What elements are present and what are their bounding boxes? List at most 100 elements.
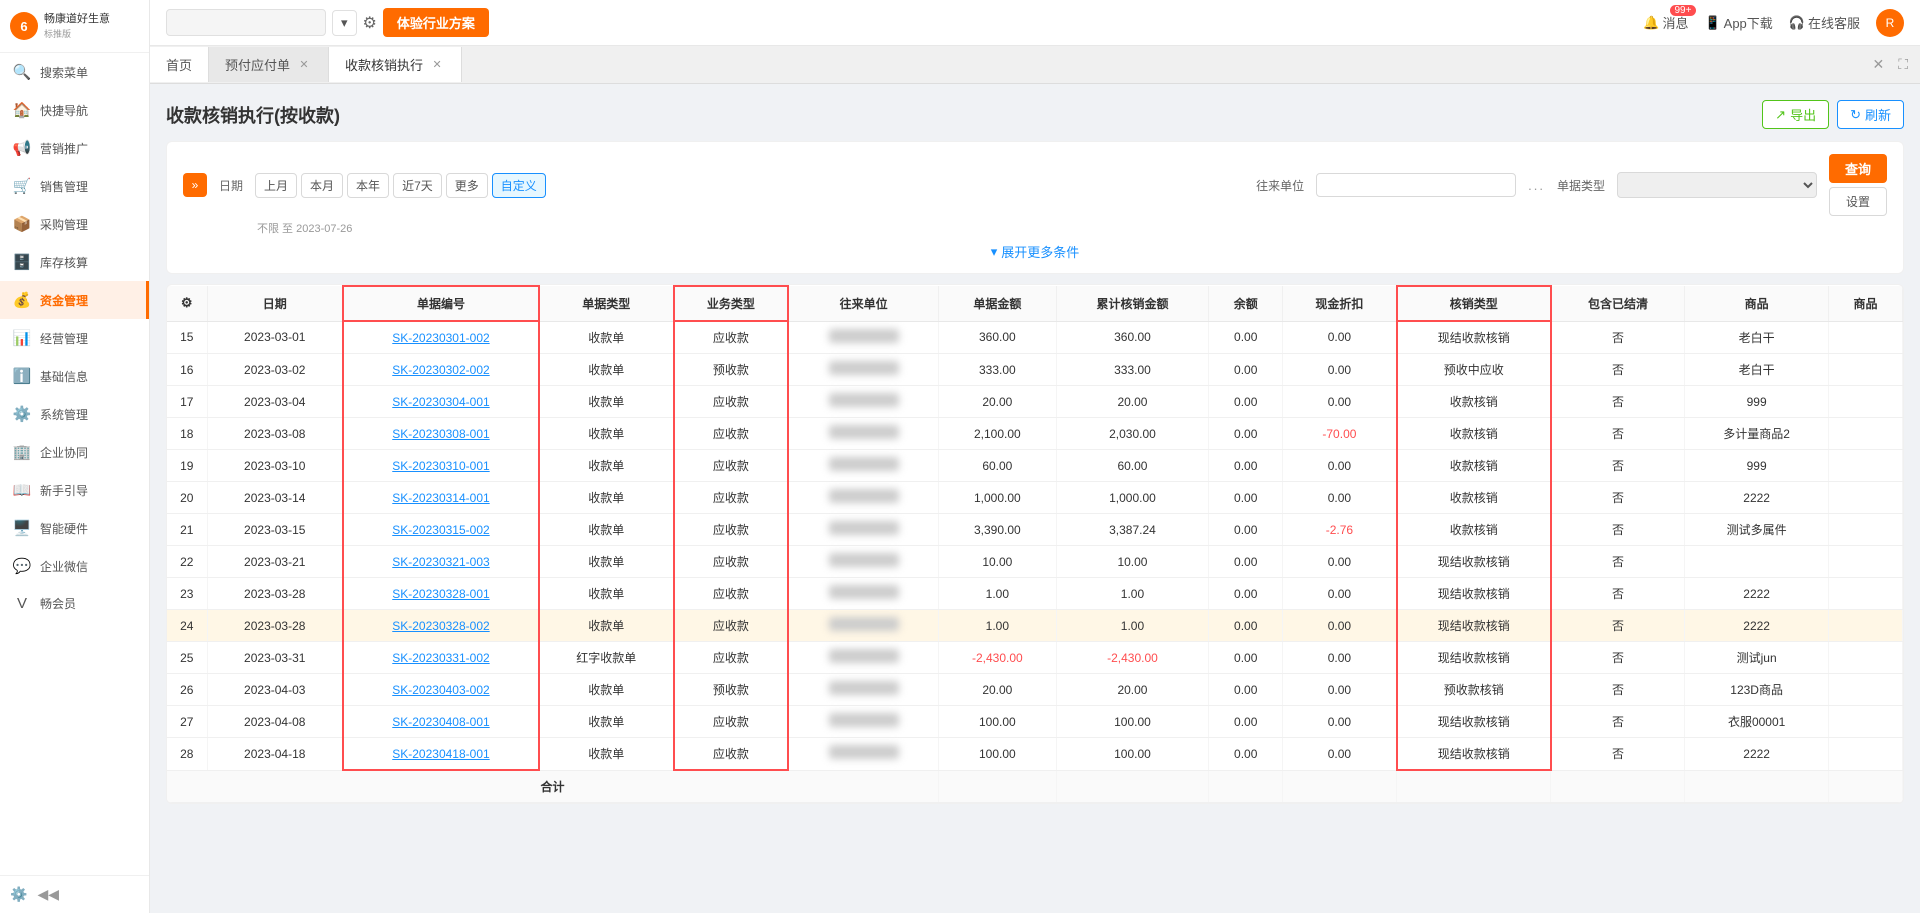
cell-verify-type: 收款核销 bbox=[1397, 514, 1551, 546]
sidebar-item-marketing[interactable]: 📢 营销推广 bbox=[0, 129, 149, 167]
partner-input[interactable] bbox=[1316, 173, 1516, 197]
cell-bill-no[interactable]: SK-20230403-002 bbox=[343, 674, 539, 706]
cell-bill-no[interactable]: SK-20230328-002 bbox=[343, 610, 539, 642]
cell-verify-type: 预收款核销 bbox=[1397, 674, 1551, 706]
filter-expand-button[interactable]: » bbox=[183, 173, 207, 197]
solution-button[interactable]: 体验行业方案 bbox=[383, 8, 489, 37]
sidebar-item-member[interactable]: V 畅会员 bbox=[0, 585, 149, 622]
sidebar-item-capital[interactable]: 💰 资金管理 bbox=[0, 281, 149, 319]
bill-type-select[interactable] bbox=[1617, 172, 1817, 198]
tab-prepay-close[interactable]: ✕ bbox=[296, 57, 312, 73]
package-icon: 📦 bbox=[12, 215, 32, 233]
cell-goods2 bbox=[1829, 321, 1903, 354]
tab-collection-label: 收款核销执行 bbox=[345, 55, 423, 74]
cell-discount: 0.00 bbox=[1283, 642, 1397, 674]
tab-close-button[interactable]: ✕ bbox=[1868, 52, 1888, 77]
cell-partner bbox=[788, 321, 938, 354]
cell-goods1: 老白干 bbox=[1685, 354, 1829, 386]
col-settings[interactable]: ⚙ bbox=[167, 286, 207, 321]
user-avatar[interactable]: R bbox=[1876, 9, 1904, 37]
cell-bill-no[interactable]: SK-20230321-003 bbox=[343, 546, 539, 578]
refresh-button[interactable]: ↻ 刷新 bbox=[1837, 100, 1904, 129]
sidebar-item-inventory[interactable]: 🗄️ 库存核算 bbox=[0, 243, 149, 281]
date-7days[interactable]: 近7天 bbox=[393, 173, 442, 198]
table-row: 222023-03-21SK-20230321-003收款单应收款10.0010… bbox=[167, 546, 1903, 578]
cell-partner bbox=[788, 610, 938, 642]
cell-biz-type: 应收款 bbox=[674, 321, 789, 354]
tab-expand-button[interactable]: ⛶ bbox=[1894, 52, 1912, 77]
cell-amount: 60.00 bbox=[939, 450, 1057, 482]
cell-verify-type: 现结收款核销 bbox=[1397, 546, 1551, 578]
sidebar-item-search[interactable]: 🔍 搜索菜单 bbox=[0, 53, 149, 91]
app-download-area[interactable]: 📱 App下载 bbox=[1704, 13, 1772, 32]
settings-icon[interactable]: ⚙ bbox=[181, 295, 193, 310]
sidebar-item-hardware[interactable]: 🖥️ 智能硬件 bbox=[0, 509, 149, 547]
cell-balance: 0.00 bbox=[1209, 578, 1283, 610]
cell-bill-no[interactable]: SK-20230418-001 bbox=[343, 738, 539, 771]
col-biz-type: 业务类型 bbox=[674, 286, 789, 321]
filter-settings-button[interactable]: 设置 bbox=[1829, 187, 1887, 216]
cell-bill-no[interactable]: SK-20230301-002 bbox=[343, 321, 539, 354]
sidebar-item-wechat[interactable]: 💬 企业微信 bbox=[0, 547, 149, 585]
tab-home[interactable]: 首页 bbox=[150, 47, 209, 82]
tab-collection-close[interactable]: ✕ bbox=[429, 57, 445, 73]
cell-bill-no[interactable]: SK-20230314-001 bbox=[343, 482, 539, 514]
sidebar-item-purchase[interactable]: 📦 采购管理 bbox=[0, 205, 149, 243]
table-row: 182023-03-08SK-20230308-001收款单应收款2,100.0… bbox=[167, 418, 1903, 450]
cell-bill-no[interactable]: SK-20230315-002 bbox=[343, 514, 539, 546]
sidebar-item-guide[interactable]: 📖 新手引导 bbox=[0, 471, 149, 509]
cell-biz-type: 应收款 bbox=[674, 610, 789, 642]
sidebar-label-hardware: 智能硬件 bbox=[40, 520, 88, 537]
tab-collection[interactable]: 收款核销执行 ✕ bbox=[329, 47, 462, 82]
cell-balance: 0.00 bbox=[1209, 418, 1283, 450]
export-button[interactable]: ↗ 导出 bbox=[1762, 100, 1829, 129]
cell-bill-no[interactable]: SK-20230304-001 bbox=[343, 386, 539, 418]
sidebar-item-quicknav[interactable]: 🏠 快捷导航 bbox=[0, 91, 149, 129]
cell-partner bbox=[788, 706, 938, 738]
cell-date: 2023-03-15 bbox=[207, 514, 343, 546]
cell-verified: 100.00 bbox=[1056, 738, 1209, 771]
date-prev-month[interactable]: 上月 bbox=[255, 173, 297, 198]
cell-biz-type: 预收款 bbox=[674, 354, 789, 386]
cell-bill-no[interactable]: SK-20230328-001 bbox=[343, 578, 539, 610]
filter-row-date-range: 不限 至 2023-07-26 bbox=[183, 220, 1887, 236]
sidebar-item-sales[interactable]: 🛒 销售管理 bbox=[0, 167, 149, 205]
date-this-month[interactable]: 本月 bbox=[301, 173, 343, 198]
topbar-dropdown-button[interactable]: ▾ bbox=[332, 10, 357, 36]
cell-verified: 360.00 bbox=[1056, 321, 1209, 354]
sidebar-item-enterprise[interactable]: 🏢 企业协同 bbox=[0, 433, 149, 471]
cell-date: 2023-04-03 bbox=[207, 674, 343, 706]
cell-included: 否 bbox=[1551, 418, 1685, 450]
sidebar-label-system: 系统管理 bbox=[40, 406, 88, 423]
date-more[interactable]: 更多 bbox=[446, 173, 488, 198]
collapse-icon[interactable]: ◀◀ bbox=[37, 886, 59, 903]
service-label: 在线客服 bbox=[1808, 13, 1860, 32]
tab-prepay[interactable]: 预付应付单 ✕ bbox=[209, 47, 329, 82]
cell-bill-no[interactable]: SK-20230302-002 bbox=[343, 354, 539, 386]
cell-verified: 60.00 bbox=[1056, 450, 1209, 482]
query-button[interactable]: 查询 bbox=[1829, 154, 1887, 183]
cell-amount: 1,000.00 bbox=[939, 482, 1057, 514]
notice-area[interactable]: 🔔 消息 99+ bbox=[1643, 13, 1688, 32]
cell-bill-no[interactable]: SK-20230308-001 bbox=[343, 418, 539, 450]
date-custom-button[interactable]: 自定义 bbox=[492, 173, 546, 198]
cell-goods1: 2222 bbox=[1685, 482, 1829, 514]
gear-icon[interactable]: ⚙ bbox=[363, 13, 377, 33]
cell-amount: 360.00 bbox=[939, 321, 1057, 354]
cell-bill-no[interactable]: SK-20230310-001 bbox=[343, 450, 539, 482]
sidebar-item-system[interactable]: ⚙️ 系统管理 bbox=[0, 395, 149, 433]
tab-home-label: 首页 bbox=[166, 55, 192, 74]
expand-more-button[interactable]: ▾ 展开更多条件 bbox=[991, 242, 1080, 261]
date-this-year[interactable]: 本年 bbox=[347, 173, 389, 198]
cell-bill-no[interactable]: SK-20230408-001 bbox=[343, 706, 539, 738]
service-area[interactable]: 🎧 在线客服 bbox=[1789, 13, 1860, 32]
cell-biz-type: 应收款 bbox=[674, 450, 789, 482]
sidebar-item-basic[interactable]: ℹ️ 基础信息 bbox=[0, 357, 149, 395]
cell-included: 否 bbox=[1551, 354, 1685, 386]
sidebar-item-operations[interactable]: 📊 经营管理 bbox=[0, 319, 149, 357]
app-badge: 标推版 bbox=[44, 27, 110, 40]
col-amount: 单据金额 bbox=[939, 286, 1057, 321]
settings-bottom-icon[interactable]: ⚙️ bbox=[10, 886, 27, 903]
hardware-icon: 🖥️ bbox=[12, 519, 32, 537]
cell-bill-no[interactable]: SK-20230331-002 bbox=[343, 642, 539, 674]
